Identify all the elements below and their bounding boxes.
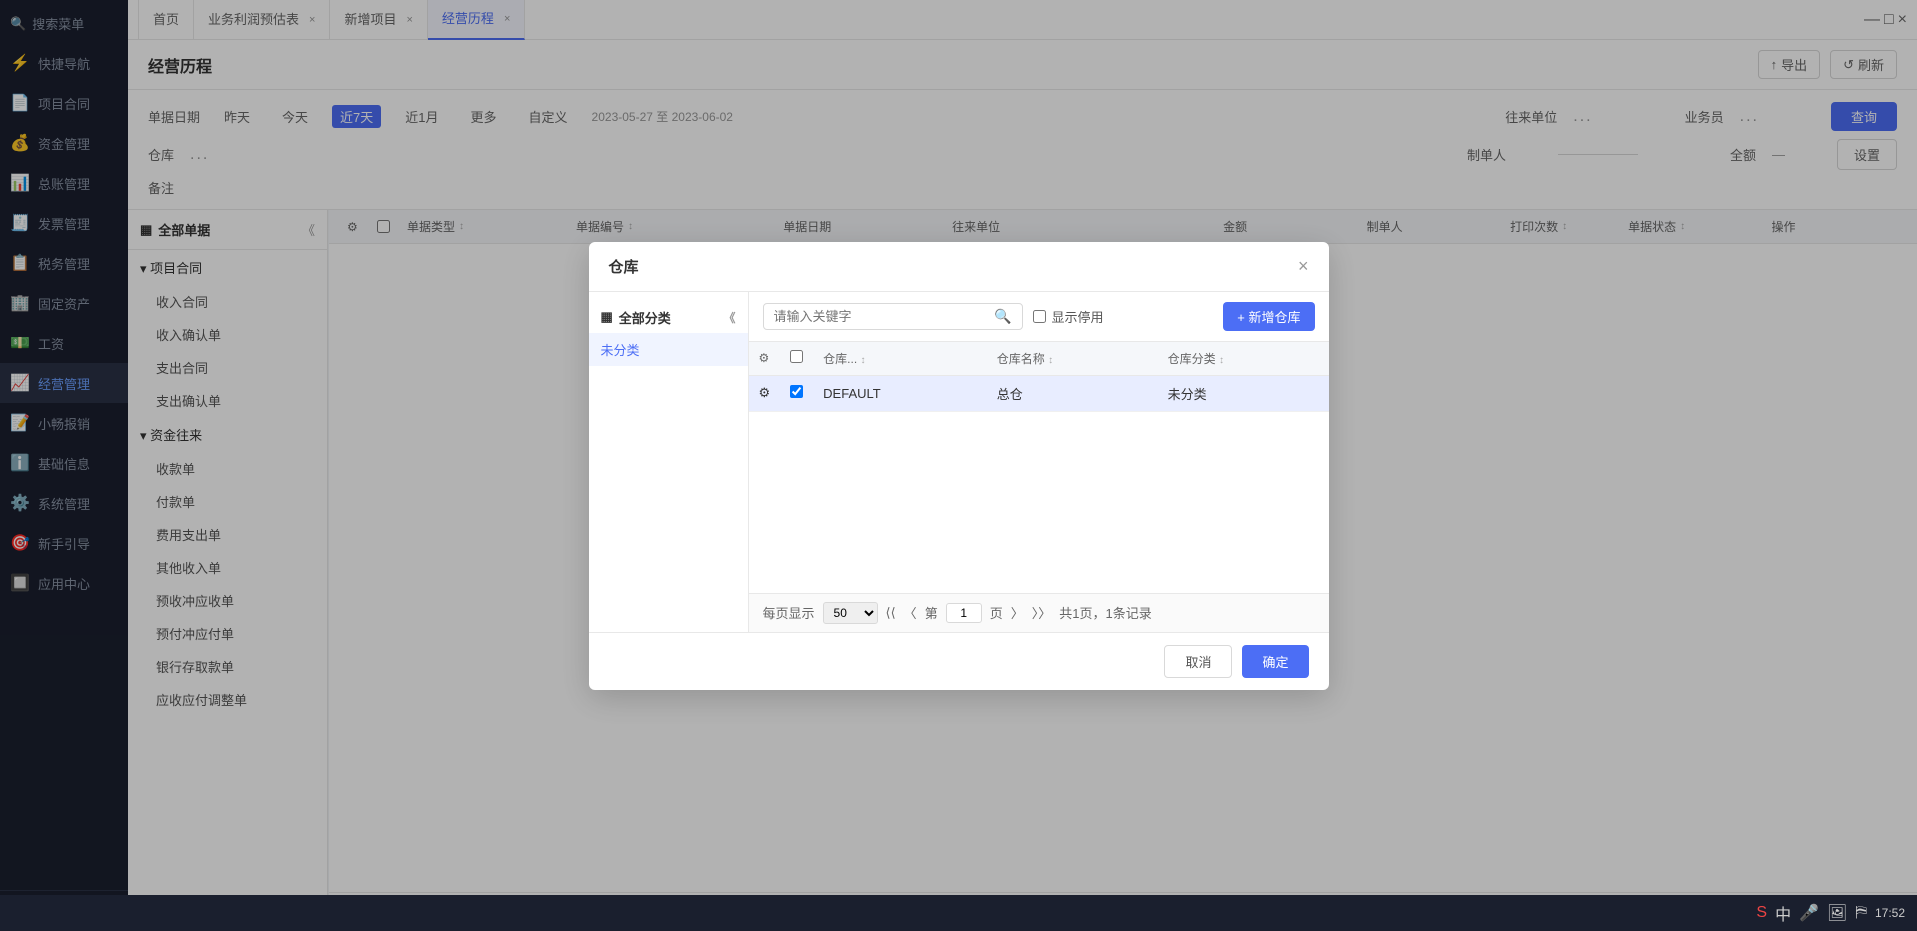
dialog-close-button[interactable]: ×	[1298, 256, 1309, 277]
all-category-icon: ▦	[601, 309, 613, 325]
dialog-toolbar: 🔍 显示停用 + 新增仓库	[749, 292, 1329, 342]
row-settings-icon: ⚙	[759, 385, 771, 400]
show-disabled-label[interactable]: 显示停用	[1033, 307, 1104, 326]
per-page-label: 每页显示	[763, 603, 815, 622]
th-settings[interactable]: ⚙	[749, 342, 781, 376]
warehouse-dialog: 仓库 × ▦ 全部分类 《 未分类	[589, 242, 1329, 690]
dialog-content: 🔍 显示停用 + 新增仓库	[749, 292, 1329, 632]
dialog-select-all[interactable]	[790, 350, 803, 363]
dialog-header: 仓库 ×	[589, 242, 1329, 292]
first-page-btn[interactable]: ⟨⟨	[886, 605, 896, 621]
add-warehouse-label: + 新增仓库	[1237, 307, 1300, 326]
th-warehouse-name[interactable]: 仓库名称 ↕	[987, 342, 1158, 376]
taskbar-icon-4: 🖼	[1827, 903, 1847, 923]
col-settings-icon: ⚙	[759, 351, 770, 365]
warehouse-search-input[interactable]	[774, 309, 989, 324]
row-category: 未分类	[1158, 375, 1329, 411]
taskbar-time: 17:52	[1875, 906, 1905, 920]
add-warehouse-button[interactable]: + 新增仓库	[1223, 302, 1314, 331]
row-settings[interactable]: ⚙	[749, 375, 781, 411]
search-input-wrap: 🔍	[763, 303, 1023, 330]
dialog-per-page-select[interactable]: 50 100	[823, 602, 878, 624]
sort-warehouse-name[interactable]: ↕	[1048, 355, 1053, 366]
dialog-sidebar: ▦ 全部分类 《 未分类	[589, 292, 749, 632]
dialog-body: ▦ 全部分类 《 未分类 🔍	[589, 292, 1329, 632]
dialog-overlay: 仓库 × ▦ 全部分类 《 未分类	[0, 0, 1917, 931]
taskbar-icon-1: S	[1756, 904, 1767, 922]
page-label: 第	[925, 603, 938, 622]
th-warehouse-category[interactable]: 仓库分类 ↕	[1158, 342, 1329, 376]
dialog-title: 仓库	[609, 256, 639, 277]
show-disabled-text: 显示停用	[1052, 307, 1104, 326]
all-category-label[interactable]: 全部分类	[619, 308, 671, 327]
taskbar-icons: S 中 🎤 🖼 ⛿	[1756, 901, 1867, 925]
row-code: DEFAULT	[813, 375, 987, 411]
th-warehouse-code[interactable]: 仓库... ↕	[813, 342, 987, 376]
taskbar-icon-5: ⛿	[1855, 904, 1867, 922]
sort-warehouse-code[interactable]: ↕	[861, 355, 866, 366]
total-info: 共1页，1条记录	[1059, 603, 1151, 622]
dialog-footer: 取消 确定	[589, 632, 1329, 690]
dialog-sidebar-header: ▦ 全部分类 《	[589, 302, 748, 333]
search-icon: 🔍	[994, 308, 1011, 325]
row-checkbox[interactable]	[780, 375, 813, 411]
table-row[interactable]: ⚙ DEFAULT 总仓 未分类	[749, 375, 1329, 411]
row-select-checkbox[interactable]	[790, 385, 803, 398]
dialog-pagination: 每页显示 50 100 ⟨⟨ 〈 第 页 〉 〉〉 共1页，1条记录	[749, 593, 1329, 632]
cancel-button[interactable]: 取消	[1164, 645, 1232, 678]
taskbar-icon-2: 中	[1775, 901, 1791, 925]
sidebar-item-uncategorized[interactable]: 未分类	[589, 333, 748, 366]
th-checkbox[interactable]	[780, 342, 813, 376]
taskbar-icon-3: 🎤	[1799, 903, 1819, 923]
uncategorized-label: 未分类	[601, 343, 640, 358]
confirm-button[interactable]: 确定	[1242, 645, 1308, 678]
taskbar: S 中 🎤 🖼 ⛿ 17:52	[0, 895, 1917, 931]
sidebar-collapse-btn[interactable]: 《	[723, 309, 735, 326]
next-page-btn[interactable]: 〉	[1011, 603, 1024, 622]
show-disabled-checkbox[interactable]	[1033, 310, 1046, 323]
last-page-btn[interactable]: 〉〉	[1032, 603, 1052, 622]
row-name: 总仓	[987, 375, 1158, 411]
dialog-page-input[interactable]	[946, 603, 982, 623]
page-unit: 页	[990, 603, 1003, 622]
sort-warehouse-category[interactable]: ↕	[1219, 355, 1224, 366]
dialog-table: ⚙ 仓库... ↕ 仓库名称	[749, 342, 1329, 593]
prev-page-btn[interactable]: 〈	[904, 603, 917, 622]
